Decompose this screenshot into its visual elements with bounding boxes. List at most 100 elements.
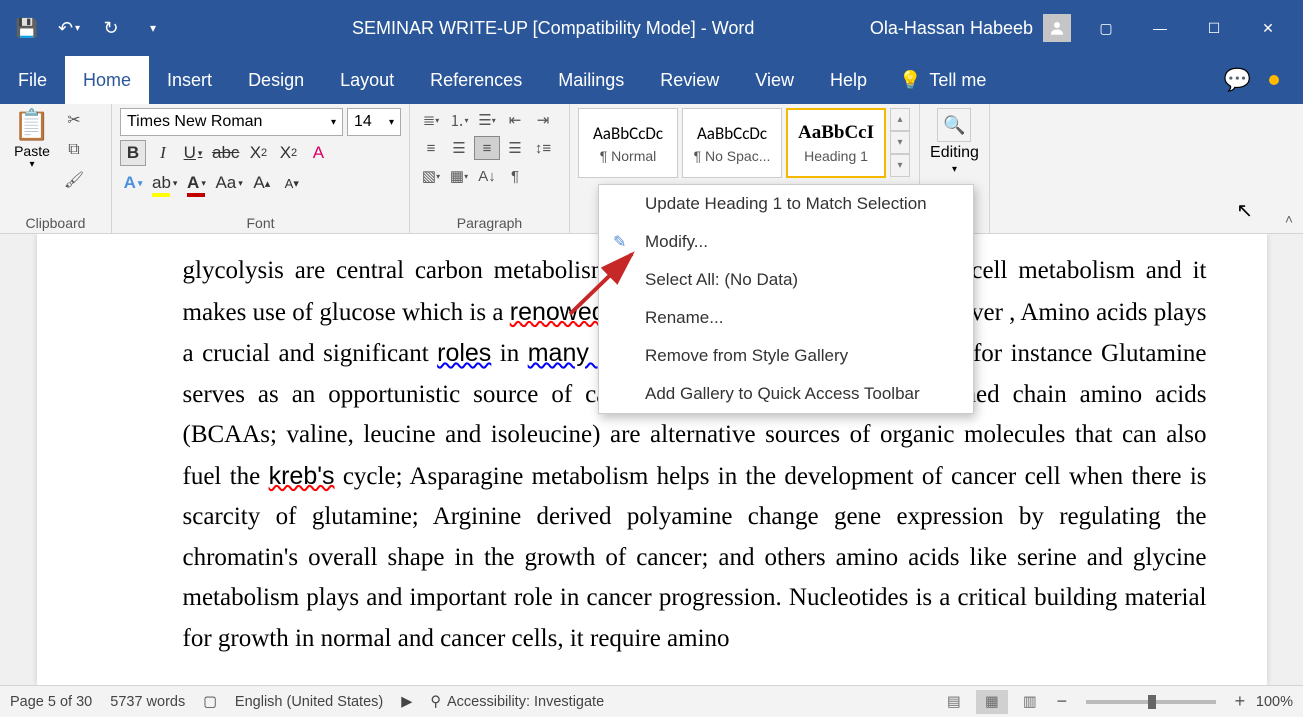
quick-access-toolbar: 💾 ↶▾ ↻ ▾ — [8, 9, 172, 47]
increase-indent-button[interactable]: ⇥ — [530, 108, 556, 132]
title-bar: 💾 ↶▾ ↻ ▾ SEMINAR WRITE-UP [Compatibility… — [0, 0, 1303, 56]
copy-button[interactable]: ⧉ — [60, 138, 88, 162]
font-size-combo[interactable]: 14▾ — [347, 108, 401, 136]
redo-button[interactable]: ↻ — [92, 9, 130, 47]
undo-button[interactable]: ↶▾ — [50, 9, 88, 47]
style-context-menu: Update Heading 1 to Match Selection ✎Mod… — [598, 184, 974, 414]
style-normal[interactable]: AaBbCcDc ¶ Normal — [578, 108, 678, 178]
zoom-slider[interactable] — [1086, 700, 1216, 704]
read-mode-button[interactable]: ▤ — [938, 690, 970, 714]
tab-view[interactable]: View — [737, 56, 812, 104]
tab-references[interactable]: References — [412, 56, 540, 104]
tell-me-label: Tell me — [929, 70, 986, 91]
word-count[interactable]: 5737 words — [110, 694, 185, 710]
print-layout-button[interactable]: ▦ — [976, 690, 1008, 714]
style-no-spacing[interactable]: AaBbCcDc ¶ No Spac... — [682, 108, 782, 178]
cursor-icon: ↖ — [1236, 198, 1253, 223]
tab-mailings[interactable]: Mailings — [540, 56, 642, 104]
zoom-out-button[interactable]: − — [1052, 691, 1072, 712]
avatar-icon — [1043, 14, 1071, 42]
styles-gallery: AaBbCcDc ¶ Normal AaBbCcDc ¶ No Spac... … — [578, 108, 886, 178]
bold-button[interactable]: B — [120, 140, 146, 166]
web-layout-button[interactable]: ▥ — [1014, 690, 1046, 714]
qat-customize-button[interactable]: ▾ — [134, 9, 172, 47]
tell-me-search[interactable]: 💡 Tell me — [885, 56, 1000, 104]
tab-design[interactable]: Design — [230, 56, 322, 104]
search-icon: 🔍 — [937, 108, 971, 142]
maximize-button[interactable]: ☐ — [1187, 9, 1241, 47]
accessibility-icon: ⚲ — [430, 694, 441, 710]
paste-button[interactable]: 📋 Paste ▾ — [8, 108, 56, 192]
clipboard-group: 📋 Paste ▾ ✂ ⧉ 🖌 Clipboard — [0, 104, 112, 233]
shrink-font-button[interactable]: A▾ — [279, 170, 305, 196]
show-hide-button[interactable]: ¶ — [502, 164, 528, 188]
superscript-button[interactable]: X2 — [275, 140, 301, 166]
modify-icon: ✎ — [613, 232, 626, 252]
justify-button[interactable]: ☰ — [502, 136, 528, 160]
shading-button[interactable]: ▧▾ — [418, 164, 444, 188]
decrease-indent-button[interactable]: ⇤ — [502, 108, 528, 132]
align-center-button[interactable]: ☰ — [446, 136, 472, 160]
minimize-button[interactable]: — — [1133, 9, 1187, 47]
styles-scroll-down[interactable]: ▾ — [890, 131, 910, 154]
comments-icon[interactable]: 💬 — [1224, 67, 1251, 93]
text-effects-button[interactable]: A▾ — [120, 170, 146, 196]
style-heading-1[interactable]: AaBbCcI Heading 1 — [786, 108, 886, 178]
paragraph-group: ≣▾ ⒈▾ ☰▾ ⇤ ⇥ ≡ ☰ ≡ ☰ ↕≡ ▧▾ ▦▾ A↓ ¶ Parag… — [410, 104, 570, 233]
language-status[interactable]: English (United States) — [235, 694, 383, 710]
tab-layout[interactable]: Layout — [322, 56, 412, 104]
borders-button[interactable]: ▦▾ — [446, 164, 472, 188]
notification-dot-icon — [1269, 75, 1279, 85]
font-color-button[interactable]: A▾ — [183, 170, 209, 196]
styles-expand[interactable]: ▾ — [890, 154, 910, 177]
zoom-level[interactable]: 100% — [1256, 694, 1293, 710]
font-name-combo[interactable]: Times New Roman▾ — [120, 108, 343, 136]
accessibility-status[interactable]: ⚲Accessibility: Investigate — [430, 694, 604, 710]
numbering-button[interactable]: ⒈▾ — [446, 108, 472, 132]
format-painter-button[interactable]: 🖌 — [60, 168, 88, 192]
grow-font-button[interactable]: A▴ — [249, 170, 275, 196]
italic-button[interactable]: I — [150, 140, 176, 166]
menu-rename[interactable]: Rename... — [599, 299, 973, 337]
tab-insert[interactable]: Insert — [149, 56, 230, 104]
clear-formatting-button[interactable]: A — [305, 140, 331, 166]
underline-button[interactable]: U▾ — [180, 140, 206, 166]
strikethrough-button[interactable]: abc — [210, 140, 241, 166]
menu-remove-gallery[interactable]: Remove from Style Gallery — [599, 337, 973, 375]
clipboard-label: Clipboard — [8, 211, 103, 231]
status-bar: Page 5 of 30 5737 words ▢ English (Unite… — [0, 685, 1303, 717]
ribbon-tabs: File Home Insert Design Layout Reference… — [0, 56, 1303, 104]
spell-check-status[interactable]: ▢ — [203, 694, 217, 710]
sort-button[interactable]: A↓ — [474, 164, 500, 188]
user-name: Ola-Hassan Habeeb — [870, 18, 1033, 39]
tab-review[interactable]: Review — [642, 56, 737, 104]
zoom-in-button[interactable]: + — [1230, 691, 1250, 712]
cut-button[interactable]: ✂ — [60, 108, 88, 132]
menu-select-all[interactable]: Select All: (No Data) — [599, 261, 973, 299]
align-right-button[interactable]: ≡ — [474, 136, 500, 160]
multilevel-button[interactable]: ☰▾ — [474, 108, 500, 132]
editing-button[interactable]: 🔍 Editing ▾ — [930, 108, 979, 175]
collapse-ribbon-button[interactable]: ˄ — [1285, 211, 1293, 227]
lightbulb-icon: 💡 — [899, 70, 921, 91]
menu-update-to-match[interactable]: Update Heading 1 to Match Selection — [599, 185, 973, 223]
align-left-button[interactable]: ≡ — [418, 136, 444, 160]
ribbon-display-button[interactable]: ▢ — [1079, 9, 1133, 47]
menu-modify[interactable]: ✎Modify... — [599, 223, 973, 261]
page-indicator[interactable]: Page 5 of 30 — [10, 694, 92, 710]
line-spacing-button[interactable]: ↕≡ — [530, 136, 556, 160]
menu-add-qat[interactable]: Add Gallery to Quick Access Toolbar — [599, 375, 973, 413]
change-case-button[interactable]: Aa▾ — [213, 170, 244, 196]
save-button[interactable]: 💾 — [8, 9, 46, 47]
tab-file[interactable]: File — [0, 56, 65, 104]
close-button[interactable]: ✕ — [1241, 9, 1295, 47]
subscript-button[interactable]: X2 — [245, 140, 271, 166]
styles-scroll-up[interactable]: ▴ — [890, 108, 910, 131]
user-account[interactable]: Ola-Hassan Habeeb — [870, 14, 1071, 42]
highlight-button[interactable]: ab▾ — [150, 170, 179, 196]
bullets-button[interactable]: ≣▾ — [418, 108, 444, 132]
tab-home[interactable]: Home — [65, 56, 149, 104]
font-label: Font — [120, 211, 401, 231]
tab-help[interactable]: Help — [812, 56, 885, 104]
macro-status[interactable]: ▶ — [401, 694, 412, 710]
